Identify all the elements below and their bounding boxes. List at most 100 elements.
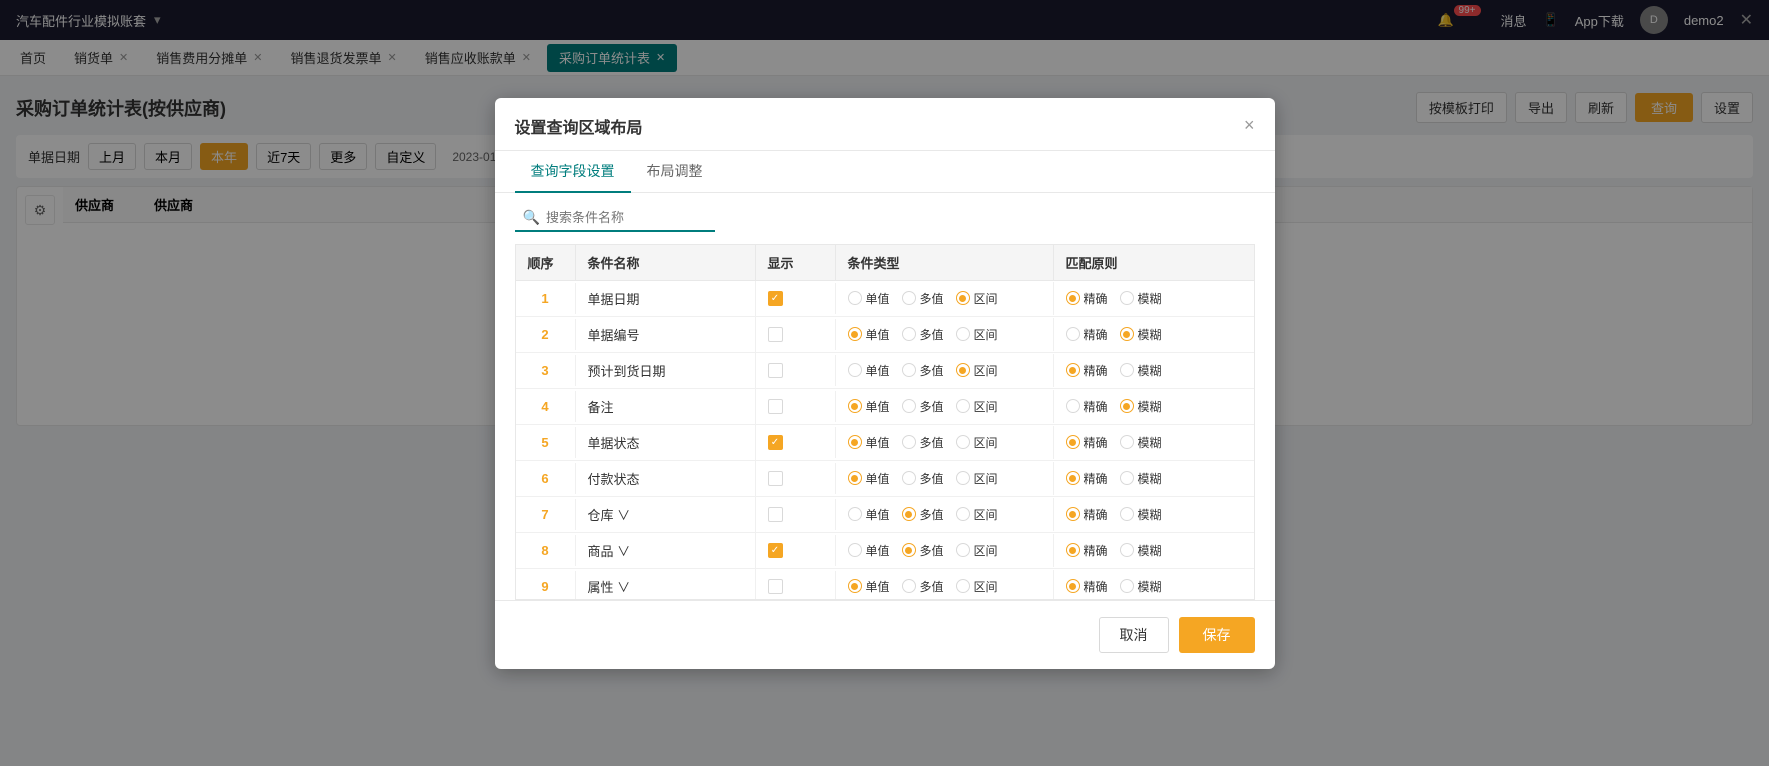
table-header-row: 顺序 条件名称 显示 条件类型 匹配原则 [515,244,1255,280]
row-5-type-多值[interactable]: 多值 [902,470,944,487]
row-2-type-多值[interactable]: 多值 [902,362,944,379]
row-2-checkbox[interactable] [768,363,783,378]
row-3-match-cell: 精确模糊 [1054,390,1254,423]
dialog-tab-fields[interactable]: 查询字段设置 [515,151,631,193]
row-1-type-区间[interactable]: 区间 [956,326,998,343]
row-4-type-多值[interactable]: 多值 [902,434,944,451]
col-match: 匹配原则 [1054,245,1254,280]
row-8-match-模糊[interactable]: 模糊 [1120,578,1162,595]
row-4-type-区间[interactable]: 区间 [956,434,998,451]
row-3-name: 备注 [576,389,756,424]
row-2-type-radio-多值 [902,363,916,377]
row-6-type-区间[interactable]: 区间 [956,506,998,523]
row-5-checkbox[interactable] [768,471,783,486]
row-1-type-radio-单值 [848,327,862,341]
row-7-match-radio-精确 [1066,543,1080,557]
row-3-type-多值[interactable]: 多值 [902,398,944,415]
row-3-match-模糊[interactable]: 模糊 [1120,398,1162,415]
row-1-type-多值[interactable]: 多值 [902,326,944,343]
row-5-match-模糊[interactable]: 模糊 [1120,470,1162,487]
row-6-type-单值[interactable]: 单值 [848,506,890,523]
row-8-type-radio-区间 [956,579,970,593]
row-8-type-单值[interactable]: 单值 [848,578,890,595]
row-6-type-多值[interactable]: 多值 [902,506,944,523]
table-body: 1单据日期单值多值区间精确模糊2单据编号单值多值区间精确模糊3预计到货日期单值多… [515,280,1255,600]
row-3-type-区间[interactable]: 区间 [956,398,998,415]
row-5-match-radio-精确 [1066,471,1080,485]
row-2-type-单值[interactable]: 单值 [848,362,890,379]
row-7-type-多值[interactable]: 多值 [902,542,944,559]
dialog-table: 顺序 条件名称 显示 条件类型 匹配原则 1单据日期单值多值区间精确模糊2单据编… [495,244,1275,600]
row-5-match-精确[interactable]: 精确 [1066,470,1108,487]
row-7-type-radio-区间 [956,543,970,557]
row-0-match-精确[interactable]: 精确 [1066,290,1108,307]
row-2-match-radio-模糊 [1120,363,1134,377]
row-3-order: 4 [516,391,576,422]
row-1-checkbox[interactable] [768,327,783,342]
row-7-type-radio-多值 [902,543,916,557]
row-5-type-单值[interactable]: 单值 [848,470,890,487]
row-1-type-cell: 单值多值区间 [836,318,1054,351]
row-0-type-区间[interactable]: 区间 [956,290,998,307]
row-0-checkbox[interactable] [768,291,783,306]
dialog-tab-layout[interactable]: 布局调整 [631,151,719,193]
row-8-order: 9 [516,571,576,600]
table-row: 2单据编号单值多值区间精确模糊 [516,317,1254,353]
col-display: 显示 [756,245,836,280]
row-3-display-cell [756,391,836,422]
row-3-match-精确[interactable]: 精确 [1066,398,1108,415]
row-1-match-模糊[interactable]: 模糊 [1120,326,1162,343]
row-8-match-cell: 精确模糊 [1054,570,1254,600]
row-2-type-radio-单值 [848,363,862,377]
row-5-type-区间[interactable]: 区间 [956,470,998,487]
col-order: 顺序 [516,245,576,280]
search-input[interactable] [546,210,706,225]
row-8-type-radio-单值 [848,579,862,593]
cancel-button[interactable]: 取消 [1099,617,1169,653]
row-0-type-单值[interactable]: 单值 [848,290,890,307]
row-0-type-radio-多值 [902,291,916,305]
row-7-match-模糊[interactable]: 模糊 [1120,542,1162,559]
row-1-match-精确[interactable]: 精确 [1066,326,1108,343]
row-7-type-单值[interactable]: 单值 [848,542,890,559]
row-0-match-模糊[interactable]: 模糊 [1120,290,1162,307]
row-4-type-单值[interactable]: 单值 [848,434,890,451]
row-2-match-精确[interactable]: 精确 [1066,362,1108,379]
row-6-checkbox[interactable] [768,507,783,522]
dialog-close-button[interactable]: × [1244,115,1255,136]
row-8-match-精确[interactable]: 精确 [1066,578,1108,595]
row-4-type-radio-多值 [902,435,916,449]
row-8-checkbox[interactable] [768,579,783,594]
row-3-checkbox[interactable] [768,399,783,414]
row-8-type-多值[interactable]: 多值 [902,578,944,595]
row-6-type-radio-单值 [848,507,862,521]
dialog: 设置查询区域布局 × 查询字段设置 布局调整 🔍 顺序 条件名称 [495,98,1275,669]
row-3-type-单值[interactable]: 单值 [848,398,890,415]
row-6-display-cell [756,499,836,530]
save-button[interactable]: 保存 [1179,617,1255,653]
row-4-match-模糊[interactable]: 模糊 [1120,434,1162,451]
row-4-match-精确[interactable]: 精确 [1066,434,1108,451]
row-7-type-radio-单值 [848,543,862,557]
row-6-match-精确[interactable]: 精确 [1066,506,1108,523]
row-7-checkbox[interactable] [768,543,783,558]
row-8-type-区间[interactable]: 区间 [956,578,998,595]
row-7-type-区间[interactable]: 区间 [956,542,998,559]
search-icon: 🔍 [523,209,540,226]
row-1-match-radio-精确 [1066,327,1080,341]
row-0-type-多值[interactable]: 多值 [902,290,944,307]
row-1-type-单值[interactable]: 单值 [848,326,890,343]
row-8-type-radio-多值 [902,579,916,593]
row-6-match-模糊[interactable]: 模糊 [1120,506,1162,523]
row-4-match-cell: 精确模糊 [1054,426,1254,459]
row-1-display-cell [756,319,836,350]
row-6-match-cell: 精确模糊 [1054,498,1254,531]
table-row: 4备注 单值多值区间 精确模糊 [516,389,1254,425]
row-4-checkbox[interactable] [768,435,783,450]
row-2-match-模糊[interactable]: 模糊 [1120,362,1162,379]
row-7-match-精确[interactable]: 精确 [1066,542,1108,559]
row-2-type-区间[interactable]: 区间 [956,362,998,379]
row-5-match-radio-模糊 [1120,471,1134,485]
row-2-type-radio-区间 [956,363,970,377]
row-8-type-cell: 单值多值区间 [836,570,1054,600]
